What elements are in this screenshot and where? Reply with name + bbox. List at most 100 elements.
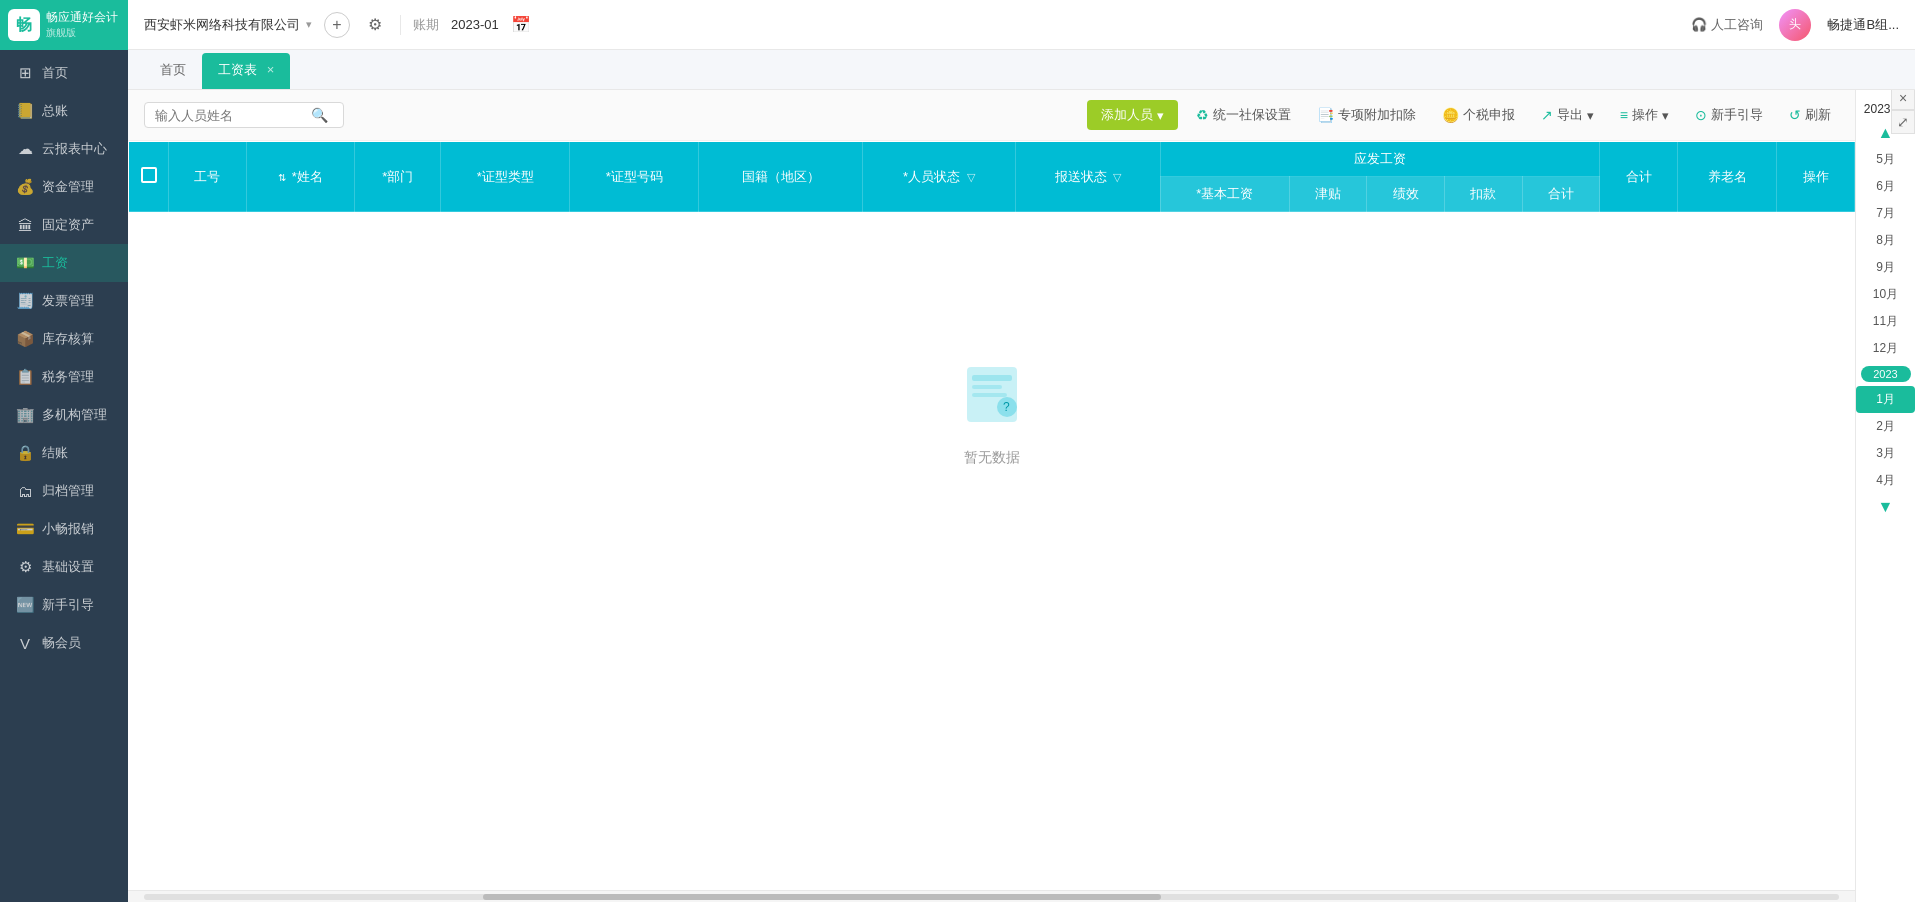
sidebar-item-invoice[interactable]: 🧾 发票管理 xyxy=(0,282,128,320)
add-person-button[interactable]: 添加人员 ▾ xyxy=(1087,100,1178,130)
logo-icon: 畅 xyxy=(8,9,40,41)
main-content: 🔍 添加人员 ▾ ♻ 统一社保设置 📑 专项附加扣除 xyxy=(128,90,1855,902)
scrollbar-thumb xyxy=(483,894,1161,900)
sidebar-item-cloud-report[interactable]: ☁ 云报表中心 xyxy=(0,130,128,168)
expense-icon: 💳 xyxy=(16,520,34,538)
export-label: 导出 xyxy=(1557,106,1583,124)
calendar-icon[interactable]: 📅 xyxy=(511,15,531,34)
checkbox-header[interactable] xyxy=(129,142,169,212)
svg-rect-2 xyxy=(972,385,1002,389)
tab-close-icon[interactable]: × xyxy=(267,62,275,77)
tab-home-label: 首页 xyxy=(160,62,186,77)
sidebar-item-guide[interactable]: 🆕 新手引导 xyxy=(0,586,128,624)
month-5[interactable]: 5月 xyxy=(1856,146,1915,173)
user-name[interactable]: 畅捷通B组... xyxy=(1827,16,1899,34)
guide-button[interactable]: ⊙ 新手引导 xyxy=(1687,102,1771,128)
operations-button[interactable]: ≡ 操作 ▾ xyxy=(1612,102,1677,128)
sidebar-item-home[interactable]: ⊞ 首页 xyxy=(0,54,128,92)
sidebar-item-fund[interactable]: 💰 资金管理 xyxy=(0,168,128,206)
col-performance: 绩效 xyxy=(1367,177,1445,212)
col-basic-salary: *基本工资 xyxy=(1160,177,1289,212)
sidebar-item-close[interactable]: 🔒 结账 xyxy=(0,434,128,472)
support-button[interactable]: 🎧 人工咨询 xyxy=(1691,16,1763,34)
social-security-button[interactable]: ♻ 统一社保设置 xyxy=(1188,102,1299,128)
col-subsidy: 津贴 xyxy=(1289,177,1367,212)
svg-rect-1 xyxy=(972,375,1012,381)
month-3[interactable]: 3月 xyxy=(1856,440,1915,467)
company-selector[interactable]: 西安虾米网络科技有限公司 ▾ xyxy=(144,16,312,34)
tabs-bar: 首页 工资表 × xyxy=(128,50,1915,90)
assets-icon: 🏛 xyxy=(16,217,34,234)
social-security-icon: ♻ xyxy=(1196,107,1209,123)
month-11[interactable]: 11月 xyxy=(1856,308,1915,335)
special-deduction-label: 专项附加扣除 xyxy=(1338,106,1416,124)
month-2[interactable]: 2月 xyxy=(1856,413,1915,440)
sidebar-item-label: 新手引导 xyxy=(42,596,94,614)
social-security-label: 统一社保设置 xyxy=(1213,106,1291,124)
select-all-checkbox[interactable] xyxy=(141,167,157,183)
headset-icon: 🎧 xyxy=(1691,17,1707,32)
special-deduction-button[interactable]: 📑 专项附加扣除 xyxy=(1309,102,1424,128)
sidebar-item-label: 归档管理 xyxy=(42,482,94,500)
search-input[interactable] xyxy=(155,108,305,123)
sidebar-item-expense[interactable]: 💳 小畅报销 xyxy=(0,510,128,548)
sidebar-item-ledger[interactable]: 📒 总账 xyxy=(0,92,128,130)
personal-tax-icon: 🪙 xyxy=(1442,107,1459,123)
sidebar-item-multi-org[interactable]: 🏢 多机构管理 xyxy=(0,396,128,434)
next-arrow[interactable]: ▼ xyxy=(1874,494,1898,520)
guide-icon: 🆕 xyxy=(16,596,34,614)
month-6[interactable]: 6月 xyxy=(1856,173,1915,200)
sidebar-item-member[interactable]: V 畅会员 xyxy=(0,624,128,662)
invoice-icon: 🧾 xyxy=(16,292,34,310)
empty-icon: ? xyxy=(952,357,1032,437)
month-10[interactable]: 10月 xyxy=(1856,281,1915,308)
sidebar-item-label: 云报表中心 xyxy=(42,140,107,158)
operations-arrow-icon: ▾ xyxy=(1662,108,1669,123)
refresh-button[interactable]: ↺ 刷新 xyxy=(1781,102,1839,128)
sidebar-item-inventory[interactable]: 📦 库存核算 xyxy=(0,320,128,358)
export-arrow-icon: ▾ xyxy=(1587,108,1594,123)
sidebar-item-archive[interactable]: 🗂 归档管理 xyxy=(0,472,128,510)
add-company-button[interactable]: + xyxy=(324,12,350,38)
col-operations: 操作 xyxy=(1777,142,1855,212)
col-report-status: 报送状态 ▽ xyxy=(1015,142,1160,212)
sidebar-item-label: 小畅报销 xyxy=(42,520,94,538)
sidebar-item-salary[interactable]: 💵 工资 xyxy=(0,244,128,282)
settings-icon: ⚙ xyxy=(16,558,34,576)
month-7[interactable]: 7月 xyxy=(1856,200,1915,227)
guide-icon: ⊙ xyxy=(1695,107,1707,123)
guide-label: 新手引导 xyxy=(1711,106,1763,124)
close-panel-button[interactable]: × xyxy=(1891,90,1915,110)
empty-state: ? 暂无数据 xyxy=(128,212,1855,612)
month-4[interactable]: 4月 xyxy=(1856,467,1915,494)
tab-salary-table[interactable]: 工资表 × xyxy=(202,53,290,89)
expand-panel-button[interactable]: ⤢ xyxy=(1891,110,1915,134)
tab-home[interactable]: 首页 xyxy=(144,53,202,89)
table-scrollbar[interactable] xyxy=(128,890,1855,902)
topbar: 西安虾米网络科技有限公司 ▾ + ⚙ 账期 2023-01 📅 🎧 人工咨询 头… xyxy=(128,0,1915,50)
col-number: 工号 xyxy=(169,142,247,212)
col-total-sub: 合计 xyxy=(1522,177,1600,212)
filter-icon-2[interactable]: ▽ xyxy=(1113,171,1121,183)
month-8[interactable]: 8月 xyxy=(1856,227,1915,254)
export-button[interactable]: ↗ 导出 ▾ xyxy=(1533,102,1602,128)
sidebar-item-label: 固定资产 xyxy=(42,216,94,234)
sidebar-item-settings[interactable]: ⚙ 基础设置 xyxy=(0,548,128,586)
divider xyxy=(400,15,401,35)
month-9[interactable]: 9月 xyxy=(1856,254,1915,281)
toolbar: 🔍 添加人员 ▾ ♻ 统一社保设置 📑 专项附加扣除 xyxy=(128,90,1855,141)
company-settings-icon[interactable]: ⚙ xyxy=(362,12,388,38)
month-1-active[interactable]: 1月 xyxy=(1856,386,1915,413)
ledger-icon: 📒 xyxy=(16,102,34,120)
tax-icon: 📋 xyxy=(16,368,34,386)
date-panel: × ⤢ 2023.01 ▲ 5月 6月 7月 8月 9月 10月 11月 12月… xyxy=(1855,90,1915,902)
avatar: 头 xyxy=(1779,9,1811,41)
fund-icon: 💰 xyxy=(16,178,34,196)
sidebar-item-tax[interactable]: 📋 税务管理 xyxy=(0,358,128,396)
sidebar-item-fixed-assets[interactable]: 🏛 固定资产 xyxy=(0,206,128,244)
personal-tax-button[interactable]: 🪙 个税申报 xyxy=(1434,102,1523,128)
month-12[interactable]: 12月 xyxy=(1856,335,1915,362)
sidebar-item-label: 库存核算 xyxy=(42,330,94,348)
filter-icon[interactable]: ▽ xyxy=(967,171,975,183)
dropdown-arrow-icon: ▾ xyxy=(1157,108,1164,123)
